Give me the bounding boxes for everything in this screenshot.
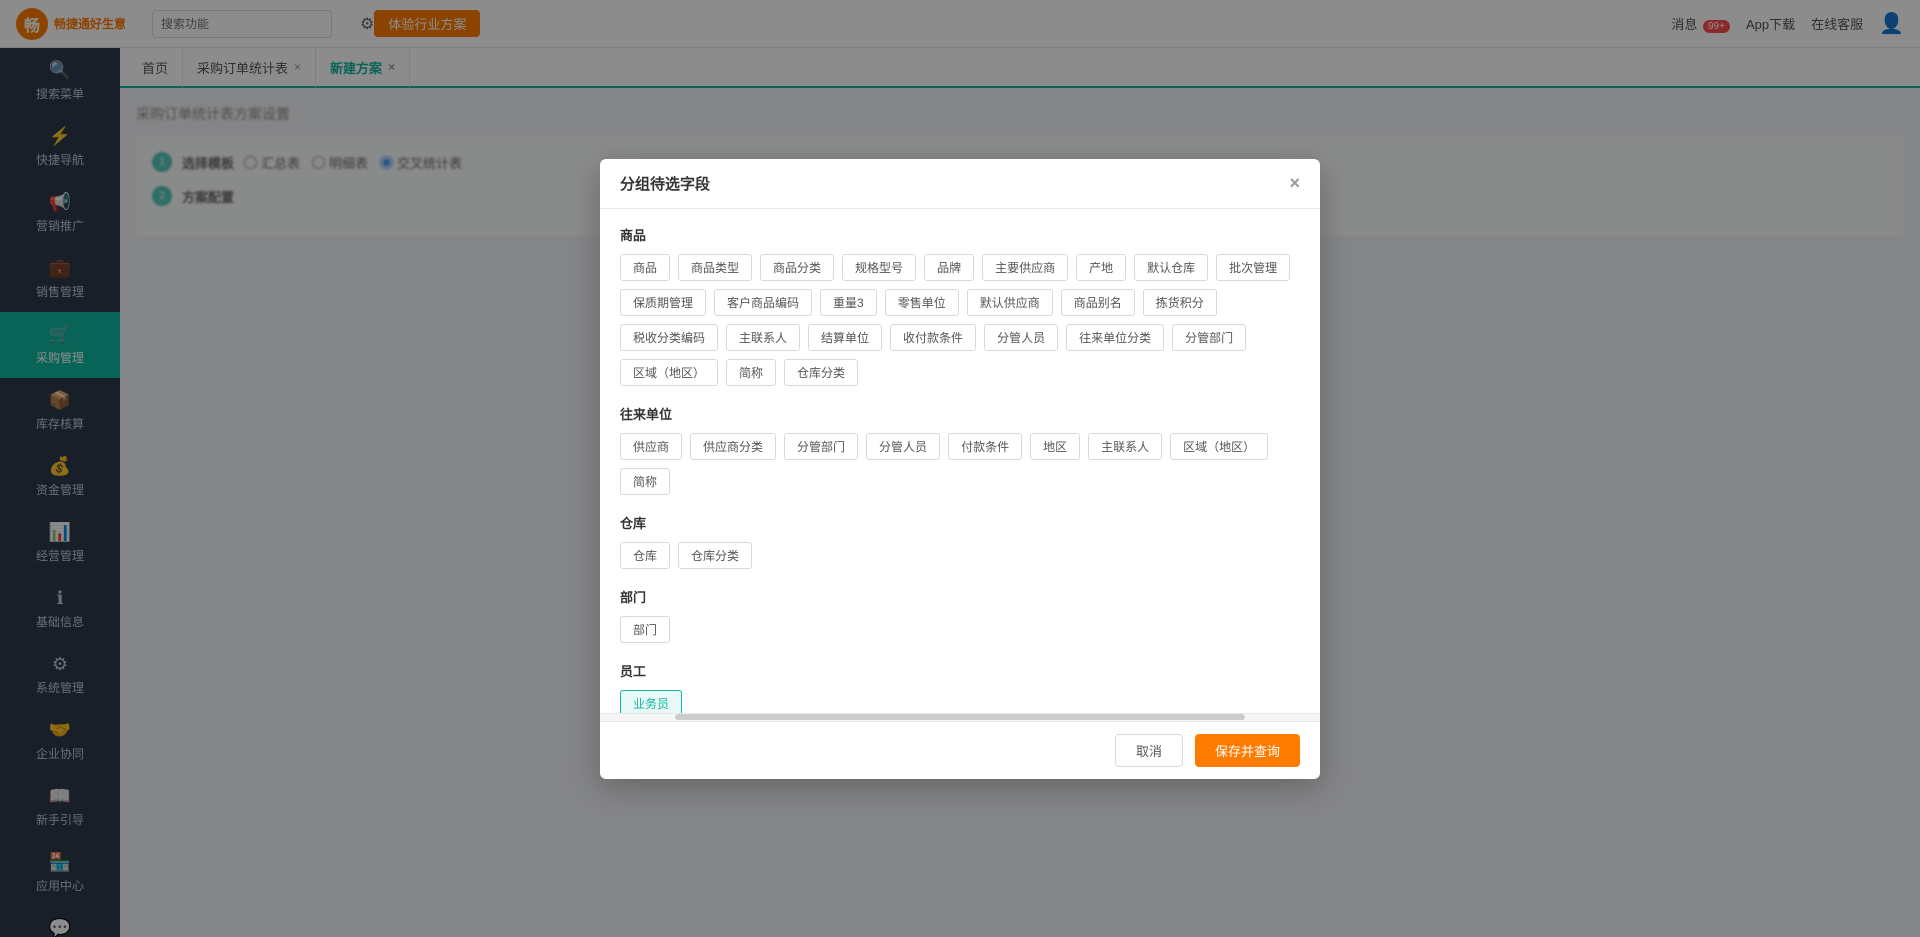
tag-main-contact-partner[interactable]: 主联系人 bbox=[1088, 433, 1162, 460]
tag-short-name-product[interactable]: 简称 bbox=[726, 359, 776, 386]
tag-warehouse-cat[interactable]: 仓库分类 bbox=[784, 359, 858, 386]
tag-warehouse-category[interactable]: 仓库分类 bbox=[678, 542, 752, 569]
tag-settlement-unit[interactable]: 结算单位 bbox=[808, 324, 882, 351]
tag-customer-code[interactable]: 客户商品编码 bbox=[714, 289, 812, 316]
section-dept-tags: 部门 bbox=[620, 616, 1300, 643]
tag-warehouse[interactable]: 仓库 bbox=[620, 542, 670, 569]
tag-product[interactable]: 商品 bbox=[620, 254, 670, 281]
tag-product-alias[interactable]: 商品别名 bbox=[1061, 289, 1135, 316]
tag-batch-mgmt[interactable]: 批次管理 bbox=[1216, 254, 1290, 281]
tag-expiry-mgmt[interactable]: 保质期管理 bbox=[620, 289, 706, 316]
section-staff: 员工 业务员 bbox=[620, 661, 1300, 713]
tag-retail-unit[interactable]: 零售单位 bbox=[885, 289, 959, 316]
section-partner-tags: 供应商 供应商分类 分管部门 分管人员 付款条件 地区 主联系人 区域（地区） … bbox=[620, 433, 1300, 495]
section-warehouse-tags: 仓库 仓库分类 bbox=[620, 542, 1300, 569]
tag-product-category[interactable]: 商品分类 bbox=[760, 254, 834, 281]
tag-supplier[interactable]: 供应商 bbox=[620, 433, 682, 460]
tag-payment-terms[interactable]: 收付款条件 bbox=[890, 324, 976, 351]
tag-area[interactable]: 地区 bbox=[1030, 433, 1080, 460]
field-select-dialog: 分组待选字段 × 商品 商品 商品类型 商品分类 规格型号 品牌 主要供应商 产… bbox=[600, 159, 1320, 779]
tag-payment-cond[interactable]: 付款条件 bbox=[948, 433, 1022, 460]
dialog-header: 分组待选字段 × bbox=[600, 159, 1320, 209]
tag-dept[interactable]: 分管部门 bbox=[1172, 324, 1246, 351]
section-partner-title: 往来单位 bbox=[620, 404, 1300, 423]
tag-pick-points[interactable]: 拣货积分 bbox=[1143, 289, 1217, 316]
tag-default-warehouse[interactable]: 默认仓库 bbox=[1134, 254, 1208, 281]
section-product: 商品 商品 商品类型 商品分类 规格型号 品牌 主要供应商 产地 默认仓库 批次… bbox=[620, 225, 1300, 386]
dialog-close-button[interactable]: × bbox=[1289, 173, 1300, 194]
section-warehouse: 仓库 仓库 仓库分类 bbox=[620, 513, 1300, 569]
section-product-tags: 商品 商品类型 商品分类 规格型号 品牌 主要供应商 产地 默认仓库 批次管理 … bbox=[620, 254, 1300, 386]
section-staff-title: 员工 bbox=[620, 661, 1300, 680]
dialog-body: 商品 商品 商品类型 商品分类 规格型号 品牌 主要供应商 产地 默认仓库 批次… bbox=[600, 209, 1320, 713]
tag-region-product[interactable]: 区域（地区） bbox=[620, 359, 718, 386]
confirm-button[interactable]: 保存并查询 bbox=[1195, 734, 1300, 767]
tag-main-supplier[interactable]: 主要供应商 bbox=[982, 254, 1068, 281]
tag-supplier-category[interactable]: 供应商分类 bbox=[690, 433, 776, 460]
tag-origin[interactable]: 产地 bbox=[1076, 254, 1126, 281]
tag-tax-code[interactable]: 税收分类编码 bbox=[620, 324, 718, 351]
section-dept-title: 部门 bbox=[620, 587, 1300, 606]
tag-brand[interactable]: 品牌 bbox=[924, 254, 974, 281]
section-warehouse-title: 仓库 bbox=[620, 513, 1300, 532]
horizontal-scrollbar[interactable] bbox=[600, 713, 1320, 721]
section-partner: 往来单位 供应商 供应商分类 分管部门 分管人员 付款条件 地区 主联系人 区域… bbox=[620, 404, 1300, 495]
dialog-footer: 取消 保存并查询 bbox=[600, 721, 1320, 779]
dialog-overlay: 分组待选字段 × 商品 商品 商品类型 商品分类 规格型号 品牌 主要供应商 产… bbox=[0, 0, 1920, 937]
tag-default-supplier[interactable]: 默认供应商 bbox=[967, 289, 1053, 316]
tag-manager[interactable]: 分管人员 bbox=[984, 324, 1058, 351]
tag-department[interactable]: 部门 bbox=[620, 616, 670, 643]
dialog-title: 分组待选字段 bbox=[620, 173, 710, 194]
tag-short-name-partner[interactable]: 简称 bbox=[620, 468, 670, 495]
tag-salesperson[interactable]: 业务员 bbox=[620, 690, 682, 713]
tag-partner-manager[interactable]: 分管人员 bbox=[866, 433, 940, 460]
cancel-button[interactable]: 取消 bbox=[1115, 734, 1183, 767]
tag-spec-type[interactable]: 规格型号 bbox=[842, 254, 916, 281]
tag-product-type[interactable]: 商品类型 bbox=[678, 254, 752, 281]
tag-partner-dept[interactable]: 分管部门 bbox=[784, 433, 858, 460]
tag-partner-category[interactable]: 往来单位分类 bbox=[1066, 324, 1164, 351]
tag-main-contact[interactable]: 主联系人 bbox=[726, 324, 800, 351]
section-dept: 部门 部门 bbox=[620, 587, 1300, 643]
section-staff-tags: 业务员 bbox=[620, 690, 1300, 713]
section-product-title: 商品 bbox=[620, 225, 1300, 244]
tag-region-partner[interactable]: 区域（地区） bbox=[1170, 433, 1268, 460]
tag-weight3[interactable]: 重量3 bbox=[820, 289, 877, 316]
